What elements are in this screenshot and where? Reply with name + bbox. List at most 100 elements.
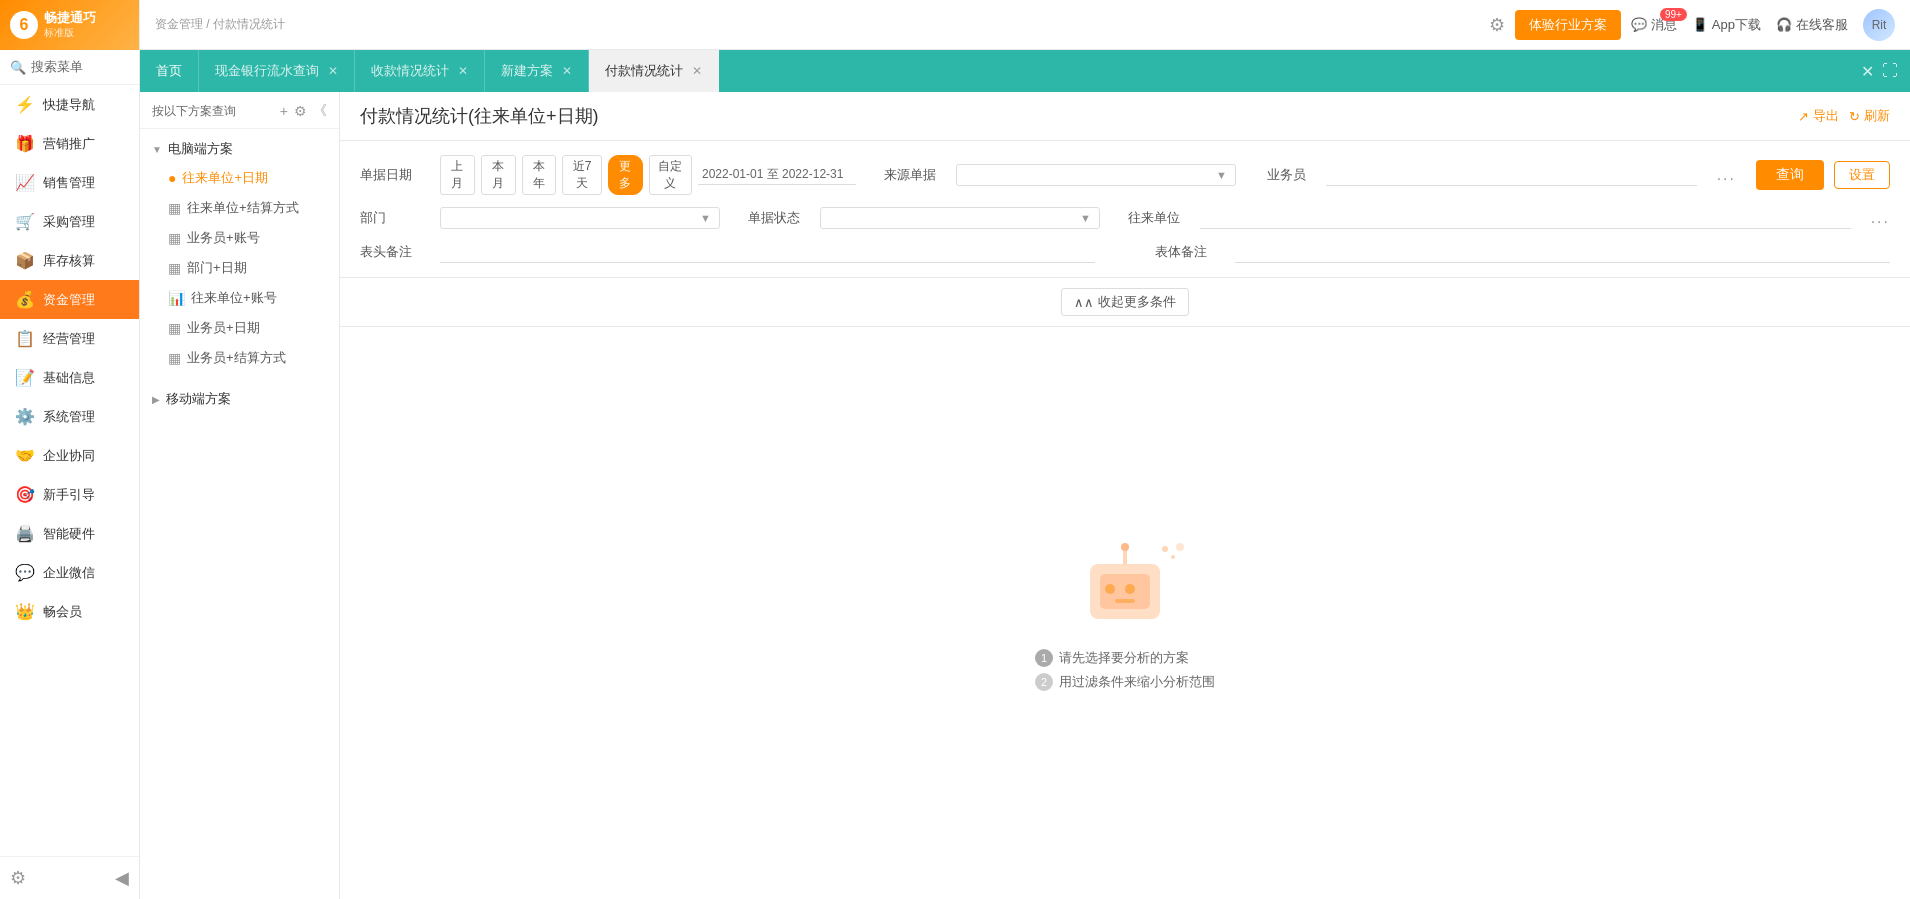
body-note-input[interactable] <box>1235 241 1890 263</box>
partner-ellipsis[interactable]: ... <box>1871 209 1890 227</box>
source-select-arrow: ▼ <box>1216 169 1227 181</box>
panel-collapse-icon[interactable]: 《 <box>313 102 327 120</box>
page-title: 付款情况统计(往来单位+日期) <box>360 104 1798 128</box>
nav-item-finance[interactable]: 💰 资金管理 <box>0 280 139 319</box>
tab-receipt-stat[interactable]: 收款情况统计 ✕ <box>355 50 485 92</box>
nav-icon-sales: 📈 <box>15 173 35 192</box>
panel-settings-icon[interactable]: ⚙ <box>294 103 307 119</box>
tab-payment-stat[interactable]: 付款情况统计 ✕ <box>589 50 719 92</box>
header-settings-icon[interactable]: ⚙ <box>1489 14 1505 36</box>
scheme-item-unit-date[interactable]: ● 往来单位+日期 <box>140 163 339 193</box>
export-icon: ↗ <box>1798 109 1809 124</box>
source-label: 来源单据 <box>876 166 936 184</box>
partner-label: 往来单位 <box>1120 209 1180 227</box>
trial-button[interactable]: 体验行业方案 <box>1515 10 1621 40</box>
mobile-group-title[interactable]: ▶ 移动端方案 <box>140 385 339 413</box>
nav-item-basic-info[interactable]: 📝 基础信息 <box>0 358 139 397</box>
empty-tip-1: 1 请先选择要分析的方案 <box>1035 649 1215 667</box>
nav-item-quick-nav[interactable]: ⚡ 快捷导航 <box>0 85 139 124</box>
tab-bank-flow[interactable]: 现金银行流水查询 ✕ <box>199 50 355 92</box>
svg-point-3 <box>1125 584 1135 594</box>
date-btn-last-month[interactable]: 上月 <box>440 155 475 195</box>
scheme-item-staff-date[interactable]: ▦ 业务员+日期 <box>140 313 339 343</box>
nav-item-sales[interactable]: 📈 销售管理 <box>0 163 139 202</box>
scheme-item-unit-settle[interactable]: ▦ 往来单位+结算方式 <box>140 193 339 223</box>
scheme-item-staff-account[interactable]: ▦ 业务员+账号 <box>140 223 339 253</box>
scheme-item-dept-date[interactable]: ▦ 部门+日期 <box>140 253 339 283</box>
nav-item-guide[interactable]: 🎯 新手引导 <box>0 475 139 514</box>
nav-item-marketing[interactable]: 🎁 营销推广 <box>0 124 139 163</box>
empty-state: 1 请先选择要分析的方案 2 用过滤条件来缩小分析范围 <box>340 327 1910 899</box>
tab-close-bank-flow[interactable]: ✕ <box>328 64 338 78</box>
body-note-label: 表体备注 <box>1155 243 1215 261</box>
logo-icon: 6 <box>10 11 38 39</box>
nav-item-purchase[interactable]: 🛒 采购管理 <box>0 202 139 241</box>
staff-input[interactable] <box>1326 164 1697 186</box>
date-btn-custom[interactable]: 自定义 <box>649 155 692 195</box>
nav-item-inventory[interactable]: 📦 库存核算 <box>0 241 139 280</box>
panel-title: 按以下方案查询 <box>152 103 274 120</box>
empty-illustration <box>1065 529 1185 629</box>
online-service-button[interactable]: 🎧 在线客服 <box>1776 16 1848 34</box>
svg-point-6 <box>1171 555 1175 559</box>
nav-icon-finance: 💰 <box>15 290 35 309</box>
scheme-icon-staff-account: ▦ <box>168 230 181 246</box>
user-avatar[interactable]: Rit <box>1863 9 1895 41</box>
date-range-input[interactable] <box>698 166 856 185</box>
dept-select[interactable]: ▼ <box>440 207 720 229</box>
scheme-icon-staff-settle: ▦ <box>168 350 181 366</box>
desktop-group-title[interactable]: ▼ 电脑端方案 <box>140 135 339 163</box>
scheme-item-unit-account[interactable]: 📊 往来单位+账号 <box>140 283 339 313</box>
sidebar: 6 畅捷通巧 标准版 🔍 搜索菜单 ⚡ 快捷导航 🎁 营销推广 📈 销售管理 🛒… <box>0 0 140 899</box>
nav-item-member[interactable]: 👑 畅会员 <box>0 592 139 631</box>
window-close-icon[interactable]: ✕ <box>1861 62 1874 81</box>
panel-header-icons: + ⚙ 《 <box>280 102 327 120</box>
staff-ellipsis[interactable]: ... <box>1717 166 1736 184</box>
date-btn-more[interactable]: 更多 <box>608 155 643 195</box>
tab-close-new-scheme[interactable]: ✕ <box>562 64 572 78</box>
refresh-icon: ↻ <box>1849 109 1860 124</box>
empty-svg <box>1065 529 1185 629</box>
message-icon: 💬 <box>1631 17 1647 32</box>
app-download-button[interactable]: 📱 App下载 <box>1692 16 1761 34</box>
nav-item-enterprise[interactable]: 🤝 企业协同 <box>0 436 139 475</box>
source-select[interactable]: ▼ <box>956 164 1236 186</box>
scheme-item-staff-settle[interactable]: ▦ 业务员+结算方式 <box>140 343 339 373</box>
search-menu[interactable]: 🔍 搜索菜单 <box>0 50 139 85</box>
collapse-more-area: ∧∧ 收起更多条件 <box>340 278 1910 327</box>
query-button[interactable]: 查询 <box>1756 160 1824 190</box>
date-btn-this-month[interactable]: 本月 <box>481 155 516 195</box>
header-note-input[interactable] <box>440 241 1095 263</box>
dept-select-arrow: ▼ <box>700 212 711 224</box>
messages-button[interactable]: 💬 消息 99+ <box>1631 16 1677 34</box>
nav-item-wechat[interactable]: 💬 企业微信 <box>0 553 139 592</box>
nav-item-hardware[interactable]: 🖨️ 智能硬件 <box>0 514 139 553</box>
window-expand-icon[interactable]: ⛶ <box>1882 62 1898 80</box>
date-btn-this-year[interactable]: 本年 <box>522 155 557 195</box>
svg-rect-8 <box>1123 549 1127 565</box>
filter-row-2: 部门 ▼ 单据状态 ▼ 往来单位 ... <box>360 207 1890 229</box>
window-controls: ✕ ⛶ <box>1849 50 1910 92</box>
sidebar-collapse-icon[interactable]: ◀ <box>115 867 129 889</box>
doc-status-arrow: ▼ <box>1080 212 1091 224</box>
refresh-button[interactable]: ↻ 刷新 <box>1849 107 1890 125</box>
logo-name: 畅捷通巧 <box>44 10 96 26</box>
doc-status-label: 单据状态 <box>740 209 800 227</box>
nav-item-system[interactable]: ⚙️ 系统管理 <box>0 397 139 436</box>
left-panel-header: 按以下方案查询 + ⚙ 《 <box>140 92 339 129</box>
nav-item-operation[interactable]: 📋 经营管理 <box>0 319 139 358</box>
doc-status-select[interactable]: ▼ <box>820 207 1100 229</box>
bottom-settings-icon[interactable]: ⚙ <box>10 867 26 889</box>
tab-close-receipt-stat[interactable]: ✕ <box>458 64 468 78</box>
export-button[interactable]: ↗ 导出 <box>1798 107 1839 125</box>
collapse-more-button[interactable]: ∧∧ 收起更多条件 <box>1061 288 1189 316</box>
main-area: 资金管理 / 付款情况统计 ⚙ 体验行业方案 💬 消息 99+ 📱 App下载 … <box>140 0 1910 899</box>
partner-input[interactable] <box>1200 207 1851 229</box>
tab-home[interactable]: 首页 <box>140 50 199 92</box>
tab-close-payment-stat[interactable]: ✕ <box>692 64 702 78</box>
tab-new-scheme[interactable]: 新建方案 ✕ <box>485 50 589 92</box>
svg-point-2 <box>1105 584 1115 594</box>
filter-settings-button[interactable]: 设置 <box>1834 161 1890 189</box>
panel-add-icon[interactable]: + <box>280 103 288 119</box>
date-btn-last-7days[interactable]: 近7天 <box>562 155 602 195</box>
